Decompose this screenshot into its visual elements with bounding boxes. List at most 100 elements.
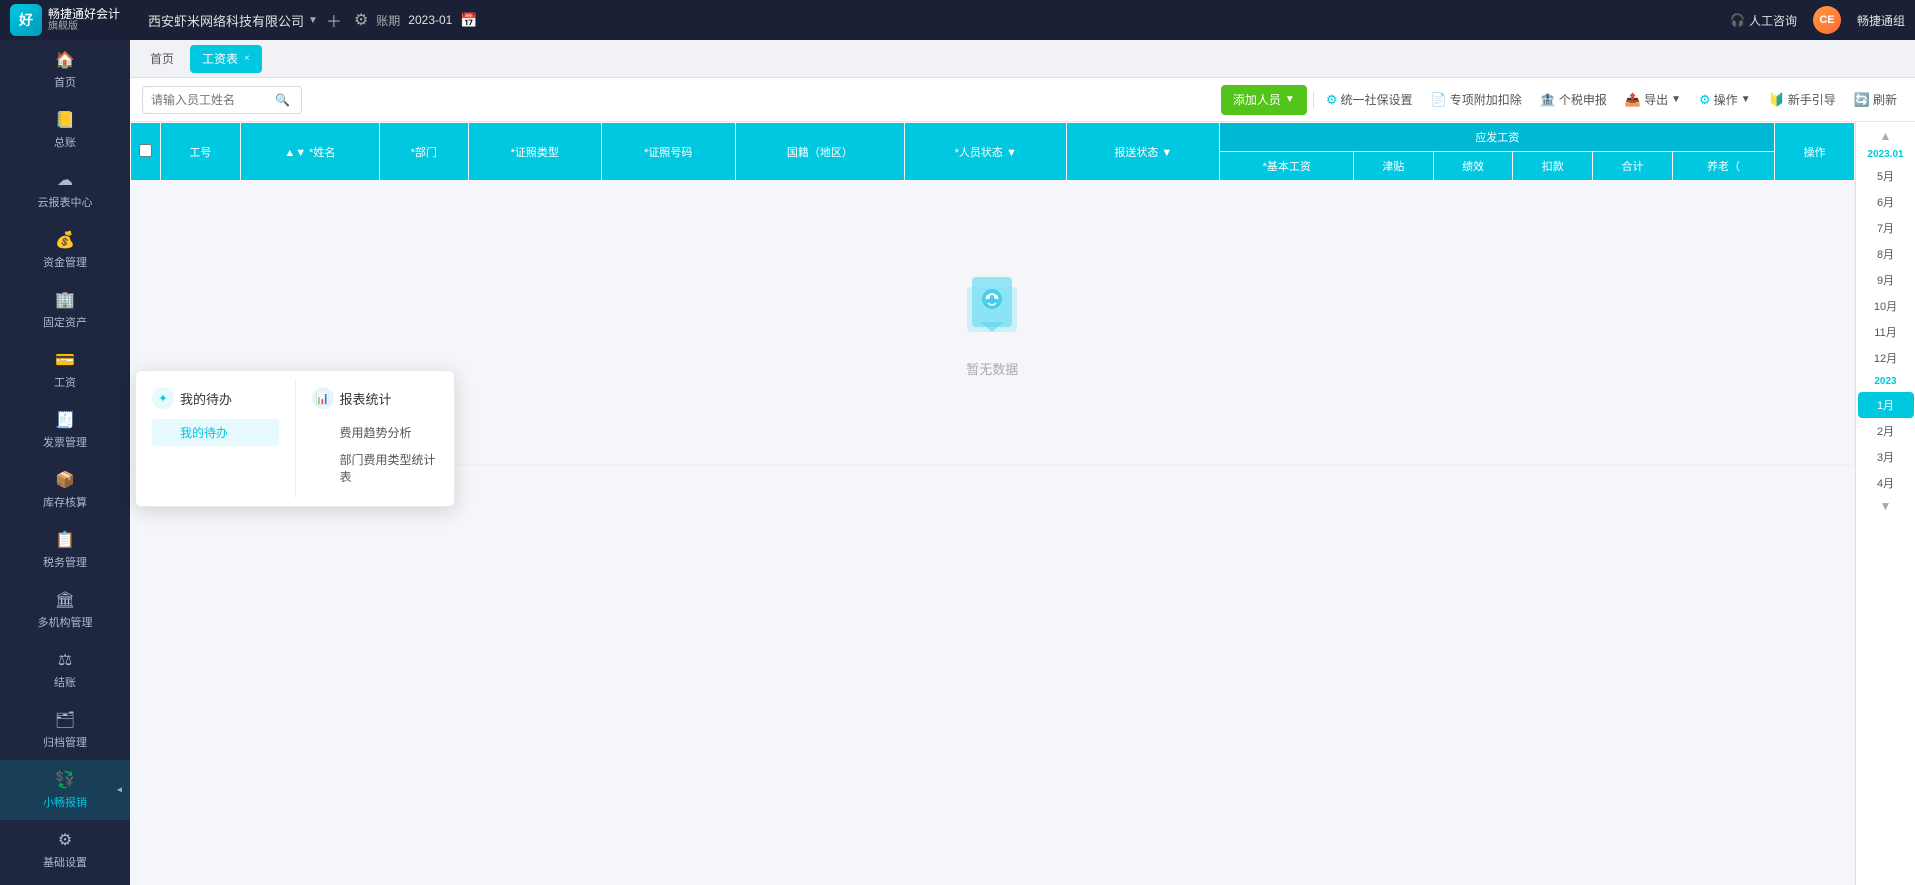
- month-12[interactable]: 12月: [1858, 345, 1914, 371]
- tax-icon: 📋: [55, 530, 75, 550]
- user-name: 畅捷通组: [1857, 12, 1905, 29]
- sidebar-label-archive: 归档管理: [43, 734, 87, 750]
- popup-item-my-todo[interactable]: 我的待办: [152, 419, 279, 446]
- th-person-status[interactable]: *人员状态 ▼: [905, 123, 1067, 181]
- popup-title-2: 报表统计: [340, 389, 392, 408]
- deduction-label: 专项附加扣除: [1450, 91, 1522, 108]
- sidebar-item-xiaochang[interactable]: 💱 小畅报销 ◂: [0, 760, 130, 820]
- calendar-icon[interactable]: 📅: [460, 12, 477, 29]
- year-label: 2023.01: [1867, 146, 1903, 163]
- sidebar-item-home[interactable]: 🏠 首页: [0, 40, 130, 100]
- add-person-button[interactable]: 添加人员 ▼: [1221, 85, 1307, 115]
- top-bar-icons: ＋ ⚙: [326, 8, 368, 32]
- month-1-current[interactable]: 1月: [1858, 392, 1914, 418]
- month-nav-down[interactable]: ▼: [1876, 496, 1896, 516]
- popup-menu-row: ✦ 我的待办 我的待办 📊 报表统计 费用趋势分析 部门费用类型统计表: [136, 371, 454, 506]
- personal-tax-icon: 🏦: [1540, 92, 1556, 108]
- th-name[interactable]: ▲▼ *姓名: [240, 123, 379, 181]
- th-checkbox[interactable]: [131, 123, 161, 181]
- social-insurance-action[interactable]: ⚙ 统一社保设置: [1320, 86, 1419, 114]
- salary-icon: 💳: [55, 350, 75, 370]
- org-icon: 🏛: [55, 590, 75, 610]
- popup-item-dept-expense[interactable]: 部门费用类型统计表: [312, 446, 439, 490]
- toolbar: 🔍 添加人员 ▼ ⚙ 统一社保设置 📄 专项附加扣除 🏦 个税: [130, 78, 1915, 122]
- th-report-status[interactable]: 报送状态 ▼: [1067, 123, 1220, 181]
- search-box[interactable]: 🔍: [142, 86, 302, 114]
- th-deduction: 扣款: [1513, 152, 1593, 181]
- month-8[interactable]: 8月: [1858, 241, 1914, 267]
- sidebar-item-tax[interactable]: 📋 税务管理: [0, 520, 130, 580]
- sidebar-label-org: 多机构管理: [38, 614, 93, 630]
- personal-tax-action[interactable]: 🏦 个税申报: [1534, 86, 1613, 114]
- th-operations: 操作: [1775, 123, 1855, 181]
- sidebar-item-inventory[interactable]: 📦 库存核算: [0, 460, 130, 520]
- avatar[interactable]: CE: [1813, 6, 1841, 34]
- sidebar-item-multi-org[interactable]: 🏛 多机构管理: [0, 580, 130, 640]
- tab-salary-label: 工资表: [202, 50, 238, 67]
- support-button[interactable]: 🎧 人工咨询: [1730, 12, 1797, 29]
- sidebar-label-xiaochang: 小畅报销: [43, 794, 87, 810]
- sidebar-item-archive[interactable]: 🗂 归档管理: [0, 700, 130, 760]
- sidebar-item-settlement[interactable]: ⚖ 结账: [0, 640, 130, 700]
- sidebar-item-ledger[interactable]: 📒 总账: [0, 100, 130, 160]
- sidebar-label-asset: 固定资产: [43, 314, 87, 330]
- archive-icon: 🗂: [55, 710, 75, 730]
- sidebar-label-basic: 基础设置: [43, 854, 87, 870]
- export-label: 导出: [1644, 91, 1668, 108]
- tab-close-icon[interactable]: ×: [244, 53, 250, 64]
- th-nationality: 国籍（地区）: [735, 123, 905, 181]
- sidebar-item-invoice[interactable]: 🧾 发票管理: [0, 400, 130, 460]
- special-deduction-action[interactable]: 📄 专项附加扣除: [1425, 86, 1528, 114]
- sidebar-label-fund: 资金管理: [43, 254, 87, 270]
- divider1: [1313, 92, 1314, 108]
- submenu-indicator: ◂: [117, 785, 122, 796]
- top-bar-right: 🎧 人工咨询 CE 畅捷通组: [1730, 6, 1905, 34]
- popup-section-title-2: 📊 报表统计: [312, 387, 439, 409]
- sidebar-label-home: 首页: [54, 74, 76, 90]
- new-guide-action[interactable]: 🔰 新手引导: [1763, 86, 1842, 114]
- sidebar-item-cloud-report[interactable]: ☁ 云报表中心: [0, 160, 130, 220]
- search-input[interactable]: [151, 93, 271, 107]
- operations-action[interactable]: ⚙ 操作 ▼: [1693, 86, 1757, 114]
- popup-section-title-1: ✦ 我的待办: [152, 387, 279, 409]
- sidebar-item-new-guide[interactable]: ▶ 新手引导: [0, 880, 130, 885]
- month-nav-up[interactable]: ▲: [1876, 126, 1896, 146]
- popup-col-2: 📊 报表统计 费用趋势分析 部门费用类型统计表: [296, 371, 455, 506]
- settings-icon[interactable]: ⚙: [354, 10, 368, 30]
- sidebar-item-salary[interactable]: 💳 工资: [0, 340, 130, 400]
- add-icon[interactable]: ＋: [326, 8, 342, 32]
- refresh-action[interactable]: 🔄 刷新: [1848, 86, 1903, 114]
- export-action[interactable]: 📤 导出 ▼: [1619, 86, 1687, 114]
- social-ins-icon: ⚙: [1326, 92, 1338, 108]
- popup-item-expense-trend[interactable]: 费用趋势分析: [312, 419, 439, 446]
- th-allowance: 津贴: [1353, 152, 1433, 181]
- home-icon: 🏠: [55, 50, 75, 70]
- logo-title: 畅捷通好会计: [48, 7, 120, 21]
- month-6[interactable]: 6月: [1858, 189, 1914, 215]
- month-4[interactable]: 4月: [1858, 470, 1914, 496]
- month-7[interactable]: 7月: [1858, 215, 1914, 241]
- month-5[interactable]: 5月: [1858, 163, 1914, 189]
- invoice-icon: 🧾: [55, 410, 75, 430]
- month-2[interactable]: 2月: [1858, 418, 1914, 444]
- sidebar-item-fixed-asset[interactable]: 🏢 固定资产: [0, 280, 130, 340]
- ops-label: 操作: [1714, 91, 1738, 108]
- select-all-checkbox[interactable]: [139, 144, 152, 157]
- fund-icon: 💰: [55, 230, 75, 250]
- tab-salary-table[interactable]: 工资表 ×: [190, 45, 262, 73]
- month-10[interactable]: 10月: [1858, 293, 1914, 319]
- tab-home[interactable]: 首页: [138, 45, 186, 73]
- month-11[interactable]: 11月: [1858, 319, 1914, 345]
- logo-icon: 好: [10, 4, 42, 36]
- company-selector[interactable]: 西安虾米网络科技有限公司 ▼: [148, 11, 318, 30]
- company-dropdown-arrow: ▼: [308, 15, 318, 26]
- period-label: 账期: [376, 12, 400, 29]
- settlement-icon: ⚖: [58, 650, 72, 670]
- month-3[interactable]: 3月: [1858, 444, 1914, 470]
- deduction-icon: 📄: [1431, 92, 1447, 108]
- add-dropdown-arrow: ▼: [1285, 94, 1295, 105]
- month-9[interactable]: 9月: [1858, 267, 1914, 293]
- popup-section-icon-1: ✦: [152, 387, 174, 409]
- sidebar-item-basic-settings[interactable]: ⚙ 基础设置: [0, 820, 130, 880]
- sidebar-item-fund[interactable]: 💰 资金管理: [0, 220, 130, 280]
